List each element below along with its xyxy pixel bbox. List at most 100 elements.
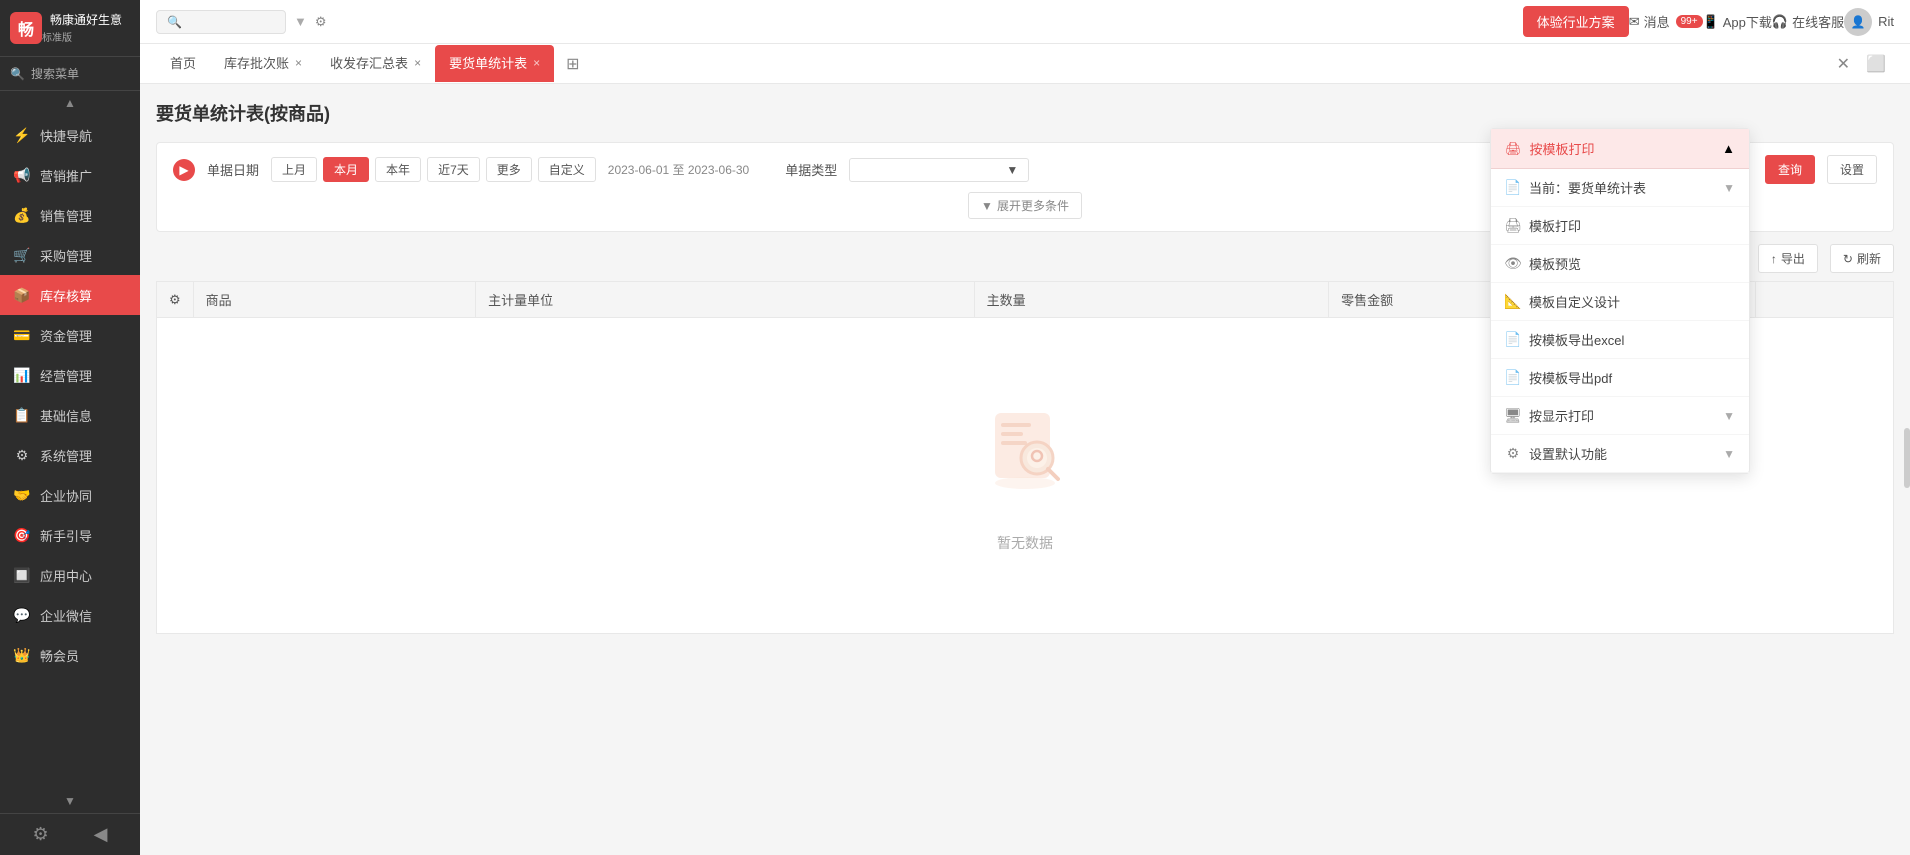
tab-expand-icon[interactable]: ⊞ <box>566 54 579 74</box>
date-prev-month[interactable]: 上月 <box>271 157 317 182</box>
sidebar-scroll-up[interactable]: ▲ <box>0 91 140 115</box>
messages-badge: 99+ <box>1676 15 1703 28</box>
current-chevron-icon: ▼ <box>1723 181 1735 195</box>
dropdown-template-print[interactable]: 🖨 模板打印 <box>1491 207 1749 245</box>
date-range-display: 2023-06-01 至 2023-06-30 <box>608 161 749 178</box>
tab-batch-account-close[interactable]: × <box>295 56 302 70</box>
sidebar-item-marketing[interactable]: 📢 营销推广 <box>0 155 140 195</box>
sidebar-item-purchase[interactable]: 🛒 采购管理 <box>0 235 140 275</box>
tab-close-all[interactable]: ✕ <box>1829 54 1858 74</box>
sidebar-scroll-down[interactable]: ▼ <box>0 789 140 813</box>
wechat-icon: 💬 <box>12 605 32 625</box>
col-extra <box>1755 282 1893 318</box>
app-center-icon: 🔲 <box>12 565 32 585</box>
marketing-icon: 📢 <box>12 165 32 185</box>
dropdown-collapse-icon[interactable]: ▲ <box>1722 141 1735 156</box>
tab-collection-summary[interactable]: 收发存汇总表 × <box>316 45 435 82</box>
sidebar-item-cooperation[interactable]: 🤝 企业协同 <box>0 475 140 515</box>
topbar-settings-icon[interactable]: ⚙ <box>315 14 327 30</box>
dropdown-template-export-pdf[interactable]: 📄 按模板导出pdf <box>1491 359 1749 397</box>
date-buttons: 上月 本月 本年 近7天 更多 自定义 <box>271 157 596 182</box>
sidebar-collapse-icon[interactable]: ◀ <box>94 824 108 845</box>
date-last7days[interactable]: 近7天 <box>427 157 480 182</box>
col-settings[interactable]: ⚙ <box>157 282 194 318</box>
export-btn[interactable]: ↑ 导出 <box>1758 244 1818 273</box>
messages-btn[interactable]: ✉ 消息 99+ <box>1629 12 1703 31</box>
sidebar-settings-icon[interactable]: ⚙ <box>33 824 49 845</box>
app-download-btn[interactable]: 📱 App下载 <box>1703 12 1772 31</box>
inventory-icon: 📦 <box>12 285 32 305</box>
date-current-month[interactable]: 本月 <box>323 157 369 182</box>
refresh-btn[interactable]: ↻ 刷新 <box>1830 244 1894 273</box>
tab-order-stats[interactable]: 要货单统计表 × <box>435 45 554 82</box>
tab-order-stats-close[interactable]: × <box>533 56 540 70</box>
refresh-icon: ↻ <box>1843 252 1853 266</box>
sidebar-search[interactable]: 🔍 搜索菜单 <box>0 57 140 91</box>
date-label: 单据日期 <box>207 160 259 179</box>
empty-icon <box>975 398 1075 517</box>
sidebar-item-app-center[interactable]: 🔲 应用中心 <box>0 555 140 595</box>
download-icon: 📱 <box>1703 14 1719 30</box>
date-current-year[interactable]: 本年 <box>375 157 421 182</box>
app-logo-text: 畅康通好生意 标准版 <box>42 12 122 44</box>
display-print-icon: 🖥 <box>1505 408 1521 424</box>
set-default-icon: ⚙ <box>1505 446 1521 462</box>
dropdown-set-default[interactable]: ⚙ 设置默认功能 ▼ <box>1491 435 1749 473</box>
tabs-bar: 首页 库存批次账 × 收发存汇总表 × 要货单统计表 × ⊞ ✕ ⬜ <box>140 44 1910 84</box>
online-service-btn[interactable]: 🎧 在线客服 <box>1772 12 1844 31</box>
dropdown-template-design[interactable]: 📐 模板自定义设计 <box>1491 283 1749 321</box>
basic-icon: 📋 <box>12 405 32 425</box>
dropdown-print-icon: 🖨 <box>1505 141 1522 157</box>
tab-collection-summary-close[interactable]: × <box>414 56 421 70</box>
display-print-chevron: ▼ <box>1723 409 1735 423</box>
operation-icon: 📊 <box>12 365 32 385</box>
sidebar-item-sales[interactable]: 💰 销售管理 <box>0 195 140 235</box>
sidebar-item-wechat[interactable]: 💬 企业微信 <box>0 595 140 635</box>
topbar: 🔍 ▼ ⚙ 体验行业方案 ✉ 消息 99+ 📱 App下载 🎧 在线客服 👤 R… <box>140 0 1910 44</box>
sidebar-item-basic[interactable]: 📋 基础信息 <box>0 395 140 435</box>
tab-home[interactable]: 首页 <box>156 45 210 82</box>
topbar-search-box[interactable]: 🔍 <box>156 10 286 34</box>
expand-down-icon: ▼ <box>981 199 993 213</box>
type-select[interactable]: ▼ <box>849 158 1029 182</box>
sidebar-item-quick-nav[interactable]: ⚡ 快捷导航 <box>0 115 140 155</box>
sidebar-item-inventory[interactable]: 📦 库存核算 <box>0 275 140 315</box>
filter-toggle-icon[interactable]: ▶ <box>173 159 195 181</box>
sidebar-item-guide[interactable]: 🎯 新手引导 <box>0 515 140 555</box>
set-default-chevron: ▼ <box>1723 447 1735 461</box>
sidebar-item-finance[interactable]: 💳 资金管理 <box>0 315 140 355</box>
sidebar-item-operation[interactable]: 📊 经营管理 <box>0 355 140 395</box>
empty-text: 暂无数据 <box>997 533 1053 553</box>
main-area: 🔍 ▼ ⚙ 体验行业方案 ✉ 消息 99+ 📱 App下载 🎧 在线客服 👤 R… <box>140 0 1910 855</box>
sidebar-nav: ⚡ 快捷导航 📢 营销推广 💰 销售管理 🛒 采购管理 📦 库存核算 💳 资金管… <box>0 115 140 789</box>
query-btn[interactable]: 查询 <box>1765 155 1815 184</box>
tab-maximize[interactable]: ⬜ <box>1858 54 1894 74</box>
dropdown-current-template[interactable]: 📄 当前：要货单统计表 ▼ <box>1491 169 1749 207</box>
trial-btn[interactable]: 体验行业方案 <box>1523 6 1629 37</box>
tab-batch-account[interactable]: 库存批次账 × <box>210 45 316 82</box>
date-more[interactable]: 更多 <box>486 157 532 182</box>
app-logo-icon: 畅 <box>10 12 42 44</box>
settings-btn[interactable]: 设置 <box>1827 155 1877 184</box>
dropdown-header[interactable]: 🖨 按模板打印 ▲ <box>1491 129 1749 169</box>
avatar[interactable]: 👤 <box>1844 8 1872 36</box>
dropdown-template-preview[interactable]: 👁 模板预览 <box>1491 245 1749 283</box>
date-custom[interactable]: 自定义 <box>538 157 596 182</box>
sidebar-logo: 畅 畅康通好生意 标准版 <box>0 0 140 57</box>
template-design-icon: 📐 <box>1505 294 1521 310</box>
type-chevron-icon: ▼ <box>1006 163 1018 177</box>
service-icon: 🎧 <box>1772 14 1788 30</box>
sidebar-item-system[interactable]: ⚙ 系统管理 <box>0 435 140 475</box>
scroll-indicator[interactable] <box>1904 428 1910 488</box>
topbar-dropdown-icon[interactable]: ▼ <box>294 14 307 29</box>
finance-icon: 💳 <box>12 325 32 345</box>
template-print-icon: 🖨 <box>1505 218 1521 234</box>
dropdown-template-export-excel[interactable]: 📄 按模板导出excel <box>1491 321 1749 359</box>
expand-more-btn[interactable]: ▼ 展开更多条件 <box>968 192 1082 219</box>
sidebar-item-member[interactable]: 👑 畅会员 <box>0 635 140 675</box>
type-label: 单据类型 <box>785 160 837 179</box>
col-unit: 主计量单位 <box>476 282 974 318</box>
export-icon: ↑ <box>1771 252 1777 266</box>
dropdown-display-print[interactable]: 🖥 按显示打印 ▼ <box>1491 397 1749 435</box>
sidebar: 畅 畅康通好生意 标准版 🔍 搜索菜单 ▲ ⚡ 快捷导航 📢 营销推广 💰 销售… <box>0 0 140 855</box>
